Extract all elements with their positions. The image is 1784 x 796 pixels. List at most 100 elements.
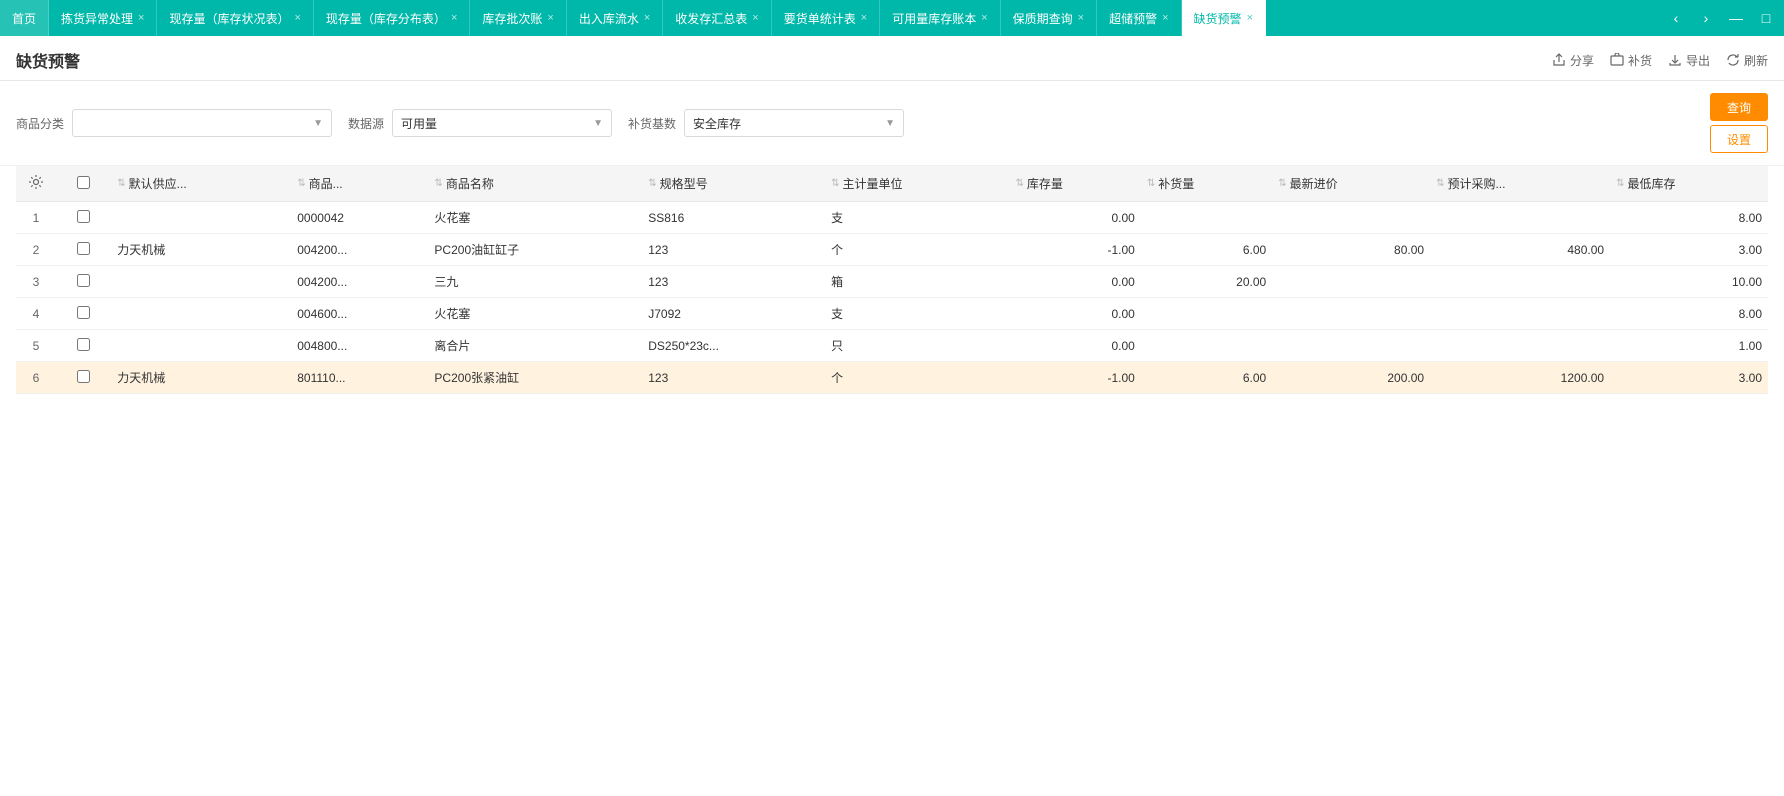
row-min-stock: 1.00 xyxy=(1610,330,1768,362)
export-button[interactable]: 导出 xyxy=(1668,52,1710,69)
row-product-name: 三九 xyxy=(428,266,642,298)
row-checkbox[interactable] xyxy=(77,370,90,383)
tab-churuku[interactable]: 出入库流水 × xyxy=(567,0,663,36)
tab-tiaohuo[interactable]: 拣货异常处理 × xyxy=(49,0,157,36)
refresh-icon xyxy=(1726,53,1740,67)
datasource-select[interactable]: 可用量 ▼ xyxy=(392,109,612,137)
row-latest-price xyxy=(1272,298,1430,330)
latest-price-sort-icon[interactable]: ⇅ xyxy=(1278,178,1286,189)
close-tab-chaochuyujing[interactable]: × xyxy=(1162,12,1168,24)
spec-sort-icon[interactable]: ⇅ xyxy=(648,178,656,189)
filter-actions: 查询 设置 xyxy=(1710,93,1768,153)
close-tab-shoudun[interactable]: × xyxy=(752,12,758,24)
row-replenish xyxy=(1141,298,1272,330)
row-latest-price: 200.00 xyxy=(1272,362,1430,394)
row-min-stock: 3.00 xyxy=(1610,362,1768,394)
row-product-name: 火花塞 xyxy=(428,202,642,234)
row-checkbox[interactable] xyxy=(77,210,90,223)
close-tab-churuku[interactable]: × xyxy=(644,12,650,24)
nav-minimize-button[interactable]: — xyxy=(1722,4,1750,32)
tab-baozhiqi[interactable]: 保质期查询 × xyxy=(1001,0,1097,36)
tab-pipihao[interactable]: 库存批次账 × xyxy=(470,0,566,36)
row-product-code: 004200... xyxy=(291,266,428,298)
tab-keyong[interactable]: 可用量库存账本 × xyxy=(880,0,1000,36)
col-supplier-header: ⇅ 默认供应... xyxy=(111,166,291,202)
row-checkbox[interactable] xyxy=(77,306,90,319)
close-tab-baozhiqi[interactable]: × xyxy=(1078,12,1084,24)
gear-settings-icon[interactable] xyxy=(28,174,44,190)
stock-sort-icon[interactable]: ⇅ xyxy=(1016,178,1024,189)
category-select[interactable]: ▼ xyxy=(72,109,332,137)
row-min-stock: 8.00 xyxy=(1610,202,1768,234)
row-est-purchase xyxy=(1430,266,1610,298)
product-code-sort-icon[interactable]: ⇅ xyxy=(297,178,305,189)
row-product-name: 火花塞 xyxy=(428,298,642,330)
row-num: 6 xyxy=(16,362,56,394)
nav-maximize-button[interactable]: □ xyxy=(1752,4,1780,32)
row-replenish: 20.00 xyxy=(1141,266,1272,298)
row-num: 4 xyxy=(16,298,56,330)
data-table: ⇅ 默认供应... ⇅ 商品... ⇅ 商品名称 xyxy=(16,166,1768,394)
tab-home[interactable]: 首页 xyxy=(0,0,49,36)
col-unit-header: ⇅ 主计量单位 xyxy=(825,166,1009,202)
settings-button[interactable]: 设置 xyxy=(1710,125,1768,153)
tab-yaohuo[interactable]: 要货单统计表 × xyxy=(772,0,880,36)
row-latest-price xyxy=(1272,266,1430,298)
col-est-purchase-header: ⇅ 预计采购... xyxy=(1430,166,1610,202)
replenish-button[interactable]: 补货 xyxy=(1610,52,1652,69)
row-supplier xyxy=(111,202,291,234)
row-checkbox[interactable] xyxy=(77,274,90,287)
row-spec: 123 xyxy=(642,362,825,394)
row-est-purchase: 1200.00 xyxy=(1430,362,1610,394)
row-unit: 支 xyxy=(825,202,1009,234)
nav-next-button[interactable]: › xyxy=(1692,4,1720,32)
row-stock: -1.00 xyxy=(1010,362,1141,394)
page-header: 缺货预警 分享 补货 导出 xyxy=(0,36,1784,81)
row-checkbox[interactable] xyxy=(77,242,90,255)
col-product-code-header: ⇅ 商品... xyxy=(291,166,428,202)
row-est-purchase xyxy=(1430,298,1610,330)
row-num: 1 xyxy=(16,202,56,234)
est-purchase-sort-icon[interactable]: ⇅ xyxy=(1436,178,1444,189)
close-tab-yaohuo[interactable]: × xyxy=(861,12,867,24)
tab-xianzuncang1[interactable]: 现存量（库存状况表） × xyxy=(157,0,313,36)
row-est-purchase: 480.00 xyxy=(1430,234,1610,266)
row-replenish: 6.00 xyxy=(1141,234,1272,266)
product-name-sort-icon[interactable]: ⇅ xyxy=(434,178,442,189)
close-tab-quehuo[interactable]: × xyxy=(1247,12,1253,24)
nav-tabs: 首页 拣货异常处理 × 现存量（库存状况表） × 现存量（库存分布表） × 库存… xyxy=(0,0,1784,36)
row-checkbox-cell xyxy=(56,298,111,330)
row-supplier: 力天机械 xyxy=(111,234,291,266)
select-all-checkbox[interactable] xyxy=(77,176,90,189)
replenish-sort-icon[interactable]: ⇅ xyxy=(1147,178,1155,189)
tab-quehuo[interactable]: 缺货预警 × xyxy=(1182,0,1266,36)
refresh-button[interactable]: 刷新 xyxy=(1726,52,1768,69)
tab-xianzuncang2[interactable]: 现存量（库存分布表） × xyxy=(314,0,470,36)
row-checkbox[interactable] xyxy=(77,338,90,351)
close-tab-tiaohuo[interactable]: × xyxy=(138,12,144,24)
close-tab-keyong[interactable]: × xyxy=(981,12,987,24)
nav-prev-button[interactable]: ‹ xyxy=(1662,4,1690,32)
unit-sort-icon[interactable]: ⇅ xyxy=(831,178,839,189)
supplier-sort-icon[interactable]: ⇅ xyxy=(117,178,125,189)
row-min-stock: 10.00 xyxy=(1610,266,1768,298)
col-gear xyxy=(16,166,56,202)
close-tab-xianzuncang2[interactable]: × xyxy=(451,12,457,24)
share-button[interactable]: 分享 xyxy=(1552,52,1594,69)
tab-shoudun[interactable]: 收发存汇总表 × xyxy=(663,0,771,36)
col-product-name-header: ⇅ 商品名称 xyxy=(428,166,642,202)
datasource-value: 可用量 xyxy=(401,115,437,132)
replenish-basis-select[interactable]: 安全库存 ▼ xyxy=(684,109,904,137)
col-latest-price-header: ⇅ 最新进价 xyxy=(1272,166,1430,202)
table-row: 4 004600... 火花塞 J7092 支 0.00 8.00 xyxy=(16,298,1768,330)
row-supplier xyxy=(111,298,291,330)
row-unit: 箱 xyxy=(825,266,1009,298)
close-tab-xianzuncang1[interactable]: × xyxy=(294,12,300,24)
row-product-code: 801110... xyxy=(291,362,428,394)
query-button[interactable]: 查询 xyxy=(1710,93,1768,121)
min-stock-sort-icon[interactable]: ⇅ xyxy=(1616,178,1624,189)
close-tab-pipihao[interactable]: × xyxy=(547,12,553,24)
datasource-arrow-icon: ▼ xyxy=(593,118,603,129)
tab-chaochuyujing[interactable]: 超储预警 × xyxy=(1097,0,1181,36)
row-unit: 只 xyxy=(825,330,1009,362)
